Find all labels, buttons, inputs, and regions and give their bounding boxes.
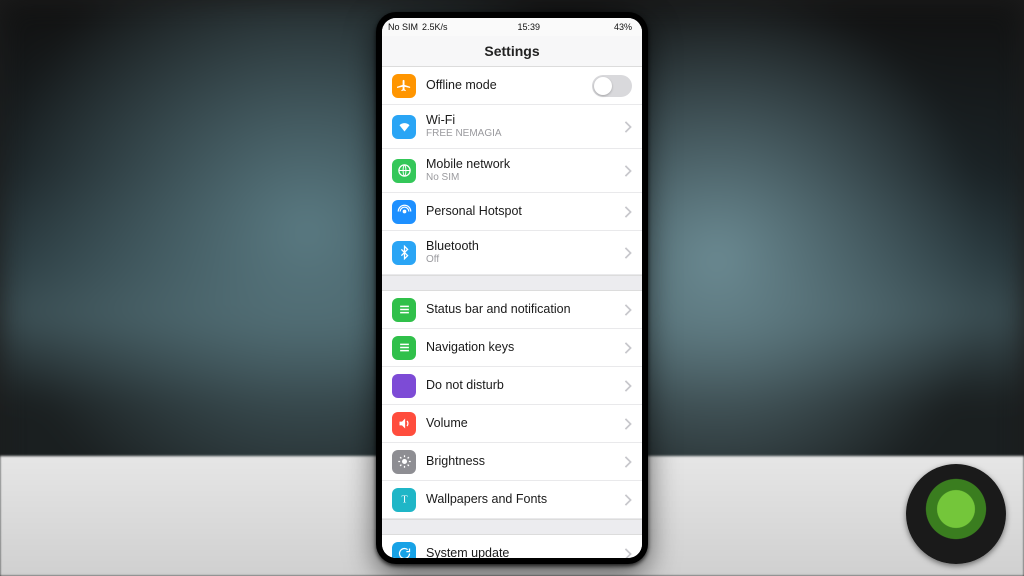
- chevron-right-icon: [624, 456, 632, 468]
- row-texts: Wi-FiFREE NEMAGIA: [426, 113, 614, 140]
- row-texts: Do not disturb: [426, 378, 614, 392]
- chevron-right-icon: [624, 247, 632, 259]
- chevron-right-icon: [624, 304, 632, 316]
- chevron-right-icon: [624, 548, 632, 559]
- settings-list[interactable]: Offline mode Wi-FiFREE NEMAGIA Mobile netw…: [382, 67, 642, 558]
- row-subtitle: No SIM: [426, 172, 614, 184]
- settings-row-update[interactable]: System update: [382, 535, 642, 558]
- net-speed: 2.5K/s: [422, 22, 448, 32]
- row-texts: Offline mode: [426, 78, 582, 92]
- status-right: 43%: [610, 22, 636, 32]
- toggle-offline[interactable]: [592, 75, 632, 97]
- sim-status: No SIM: [388, 22, 418, 32]
- bluetooth-icon: [392, 241, 416, 265]
- chevron-right-icon: [624, 380, 632, 392]
- settings-row-bluetooth[interactable]: BluetoothOff: [382, 231, 642, 275]
- row-label: Status bar and notification: [426, 302, 614, 316]
- row-texts: Status bar and notification: [426, 302, 614, 316]
- row-label: Volume: [426, 416, 614, 430]
- row-texts: System update: [426, 546, 614, 558]
- chevron-right-icon: [624, 206, 632, 218]
- row-subtitle: Off: [426, 254, 614, 266]
- row-label: Bluetooth: [426, 239, 614, 253]
- chevron-right-icon: [624, 494, 632, 506]
- row-label: Mobile network: [426, 157, 614, 171]
- settings-row-bright[interactable]: Brightness: [382, 443, 642, 481]
- settings-row-statusbar[interactable]: Status bar and notification: [382, 291, 642, 329]
- volume-icon: [392, 412, 416, 436]
- settings-row-wall[interactable]: T Wallpapers and Fonts: [382, 481, 642, 519]
- row-texts: Volume: [426, 416, 614, 430]
- chevron-right-icon: [624, 165, 632, 177]
- settings-row-offline[interactable]: Offline mode: [382, 67, 642, 105]
- page-title: Settings: [484, 43, 539, 59]
- nav-icon: [392, 336, 416, 360]
- settings-row-wifi[interactable]: Wi-FiFREE NEMAGIA: [382, 105, 642, 149]
- settings-row-mobile[interactable]: Mobile networkNo SIM: [382, 149, 642, 193]
- font-icon: T: [392, 488, 416, 512]
- brightness-icon: [392, 450, 416, 474]
- row-texts: Mobile networkNo SIM: [426, 157, 614, 184]
- settings-row-dnd[interactable]: Do not disturb: [382, 367, 642, 405]
- update-icon: [392, 542, 416, 559]
- row-label: Wi-Fi: [426, 113, 614, 127]
- row-label: Brightness: [426, 454, 614, 468]
- row-texts: Personal Hotspot: [426, 204, 614, 218]
- settings-row-hotspot[interactable]: Personal Hotspot: [382, 193, 642, 231]
- row-label: Wallpapers and Fonts: [426, 492, 614, 506]
- battery-percent: 43%: [614, 22, 632, 32]
- settings-row-volume[interactable]: Volume: [382, 405, 642, 443]
- group-divider: [382, 275, 642, 291]
- row-texts: Brightness: [426, 454, 614, 468]
- phone-screen: No SIM 2.5K/s 15:39 43% Settings Offli: [382, 18, 642, 558]
- svg-text:T: T: [401, 495, 407, 506]
- row-texts: BluetoothOff: [426, 239, 614, 266]
- row-label: System update: [426, 546, 614, 558]
- row-label: Navigation keys: [426, 340, 614, 354]
- phone-frame: No SIM 2.5K/s 15:39 43% Settings Offli: [376, 12, 648, 564]
- airplane-icon: [392, 74, 416, 98]
- row-label: Offline mode: [426, 78, 582, 92]
- clock: 15:39: [517, 22, 540, 32]
- row-texts: Navigation keys: [426, 340, 614, 354]
- row-label: Personal Hotspot: [426, 204, 614, 218]
- row-texts: Wallpapers and Fonts: [426, 492, 614, 506]
- chevron-right-icon: [624, 121, 632, 133]
- status-bar: No SIM 2.5K/s 15:39 43%: [382, 18, 642, 36]
- scene: No SIM 2.5K/s 15:39 43% Settings Offli: [0, 0, 1024, 576]
- settings-row-navkeys[interactable]: Navigation keys: [382, 329, 642, 367]
- list-icon: [392, 298, 416, 322]
- globe-icon: [392, 159, 416, 183]
- moon-icon: [392, 374, 416, 398]
- row-label: Do not disturb: [426, 378, 614, 392]
- title-bar: Settings: [382, 36, 642, 67]
- chevron-right-icon: [624, 418, 632, 430]
- channel-logo: [906, 464, 1006, 564]
- status-left: No SIM 2.5K/s: [388, 22, 448, 32]
- chevron-right-icon: [624, 342, 632, 354]
- hotspot-icon: [392, 200, 416, 224]
- wifi-icon: [392, 115, 416, 139]
- row-subtitle: FREE NEMAGIA: [426, 128, 614, 140]
- group-divider: [382, 519, 642, 535]
